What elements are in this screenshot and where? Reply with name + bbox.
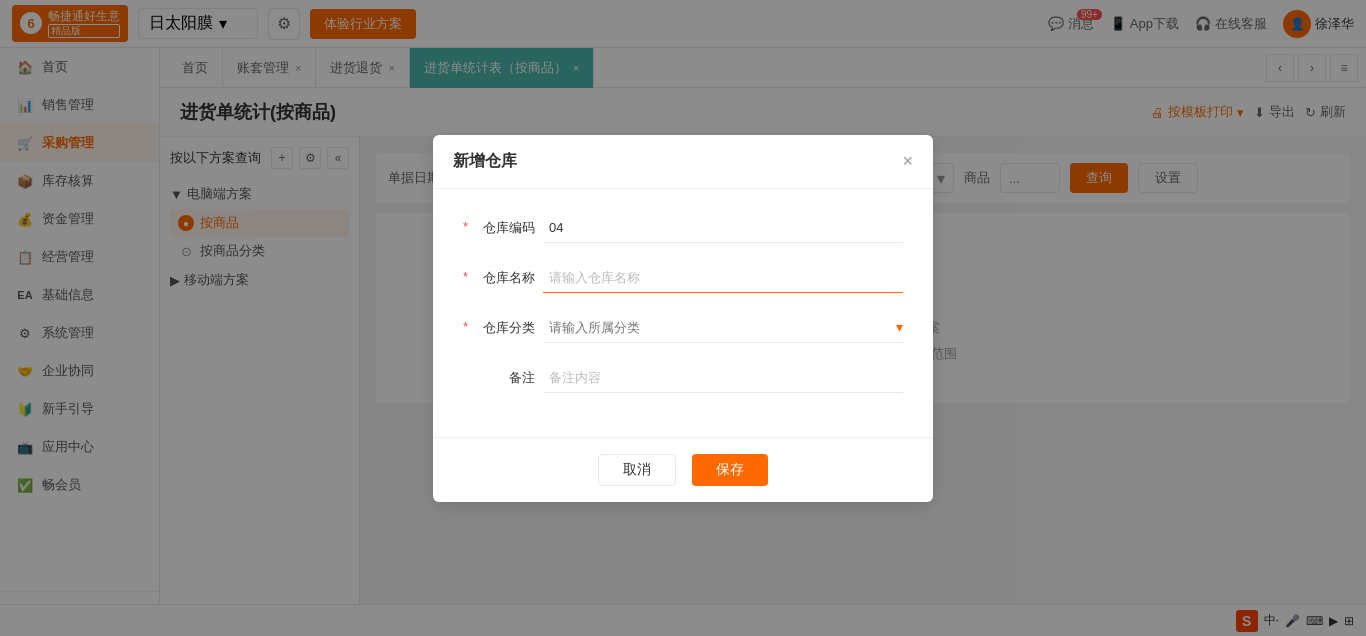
dialog-close-button[interactable]: × [902,151,913,172]
dialog-header: 新增仓库 × [433,135,933,189]
warehouse-category-input[interactable] [543,316,896,339]
warehouse-dialog: 新增仓库 × 仓库编码 仓库名称 仓库分类 ▾ [433,135,933,502]
save-button[interactable]: 保存 [692,454,768,486]
dialog-overlay: 新增仓库 × 仓库编码 仓库名称 仓库分类 ▾ [0,0,1366,636]
warehouse-code-input[interactable] [543,213,903,243]
form-row-code: 仓库编码 [463,213,903,243]
form-row-name: 仓库名称 [463,263,903,293]
dialog-title: 新增仓库 [453,151,517,172]
form-label-name: 仓库名称 [463,269,543,287]
warehouse-remark-input[interactable] [543,363,903,393]
form-label-code: 仓库编码 [463,219,543,237]
dialog-body: 仓库编码 仓库名称 仓库分类 ▾ 备注 [433,189,933,437]
form-label-remark: 备注 [463,369,543,387]
form-row-category: 仓库分类 ▾ [463,313,903,343]
form-label-category: 仓库分类 [463,319,543,337]
warehouse-category-select[interactable]: ▾ [543,313,903,343]
form-row-remark: 备注 [463,363,903,393]
warehouse-name-input[interactable] [543,263,903,293]
cancel-button[interactable]: 取消 [598,454,676,486]
dialog-footer: 取消 保存 [433,437,933,502]
warehouse-category-arrow: ▾ [896,319,903,335]
